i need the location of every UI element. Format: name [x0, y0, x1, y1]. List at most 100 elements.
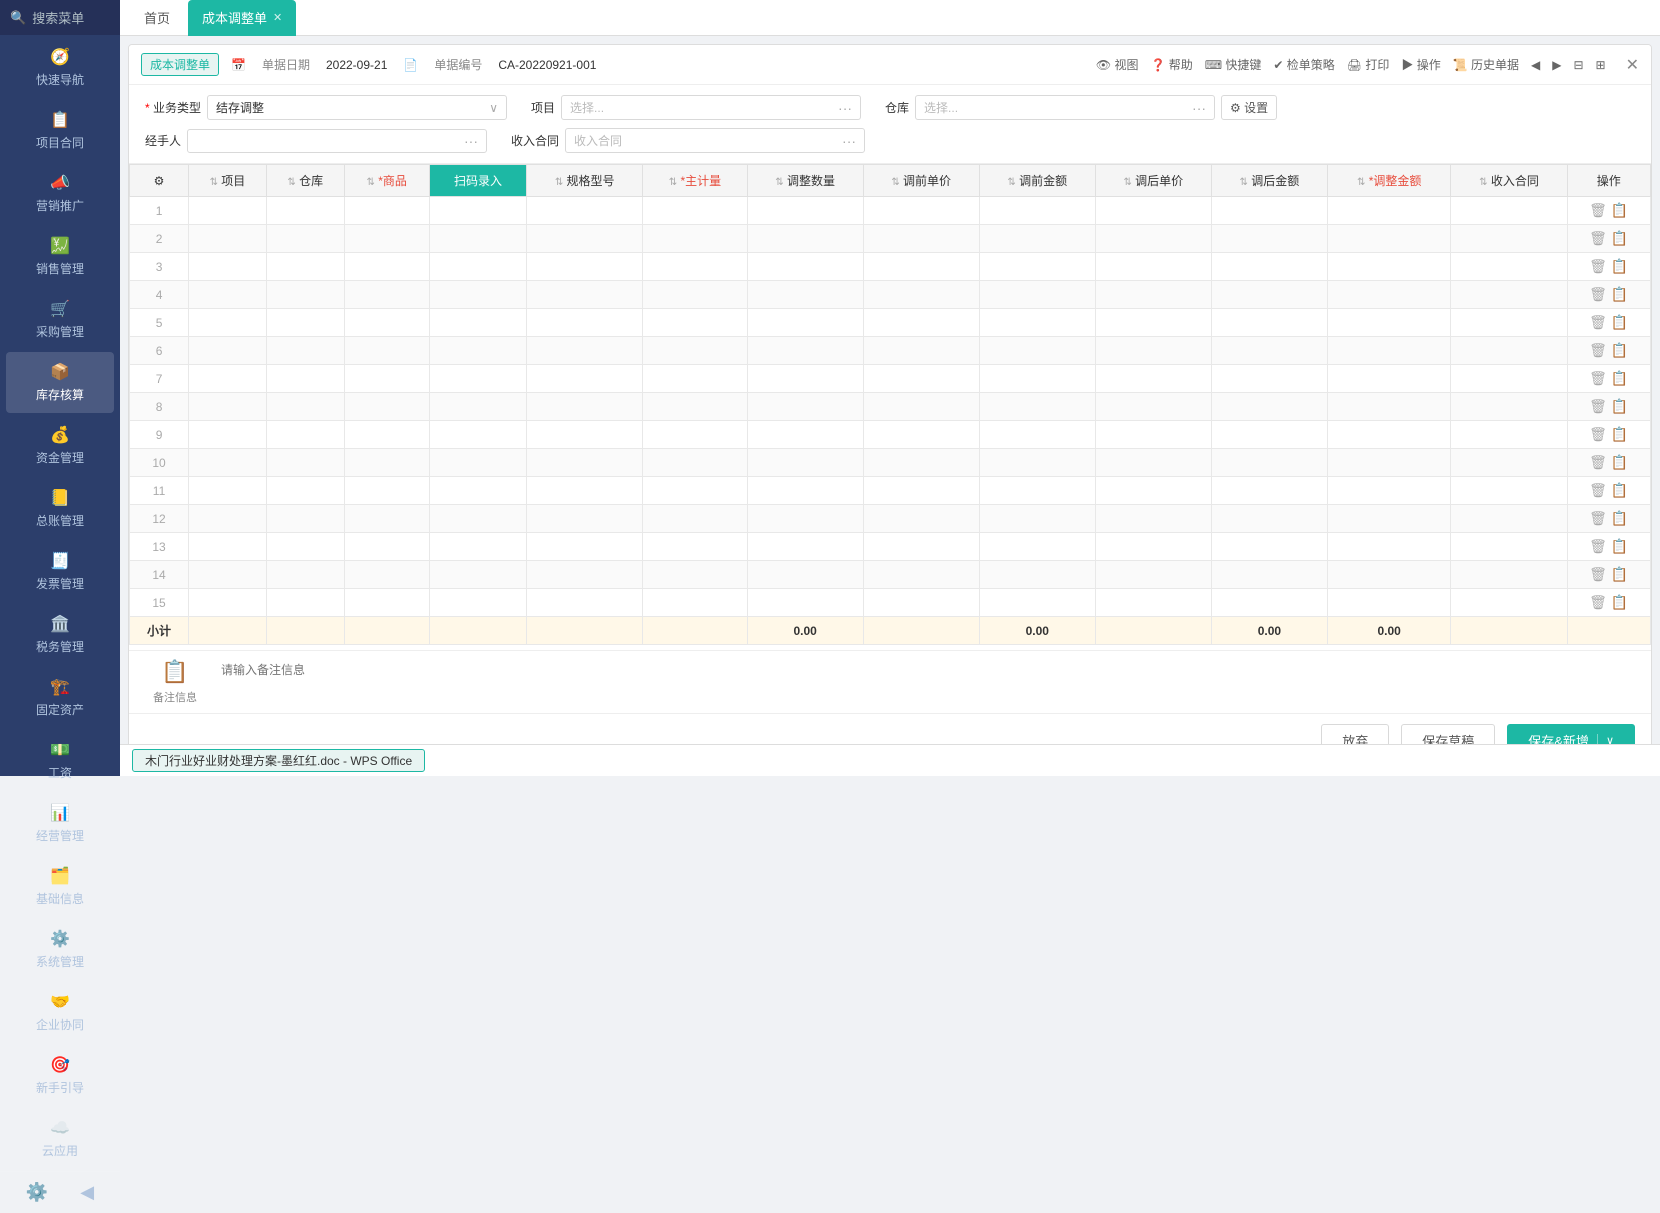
sidebar-item-salary[interactable]: 💵 工资 [6, 730, 114, 791]
action-operate[interactable]: ▶ 操作 [1401, 56, 1440, 73]
cell-prev-unit-price[interactable] [863, 393, 979, 421]
cell-prev-unit-price[interactable] [863, 253, 979, 281]
cell-product[interactable] [344, 253, 429, 281]
cell-income-contract[interactable] [1451, 477, 1567, 505]
cell-income-contract[interactable] [1451, 281, 1567, 309]
cell-prev-amount[interactable] [979, 505, 1095, 533]
cell-adjust-qty[interactable] [747, 253, 863, 281]
cell-after-unit-price[interactable] [1095, 421, 1211, 449]
cell-product[interactable] [344, 365, 429, 393]
cell-after-unit-price[interactable] [1095, 337, 1211, 365]
cell-product[interactable] [344, 421, 429, 449]
cell-prev-unit-price[interactable] [863, 477, 979, 505]
cell-after-unit-price[interactable] [1095, 533, 1211, 561]
taskbar-item[interactable]: 木门行业好业财处理方案-墨红红.doc - WPS Office [132, 749, 425, 772]
cell-income-contract[interactable] [1451, 589, 1567, 617]
col-after-unit-price[interactable]: ⇅ 调后单价 [1095, 165, 1211, 197]
cell-warehouse[interactable] [266, 561, 344, 589]
cell-scan[interactable] [429, 309, 526, 337]
cell-prev-amount[interactable] [979, 589, 1095, 617]
cell-after-unit-price[interactable] [1095, 561, 1211, 589]
cell-product[interactable] [344, 281, 429, 309]
cell-adjust-amount[interactable] [1327, 505, 1451, 533]
cell-unit[interactable] [643, 281, 747, 309]
cell-after-amount[interactable] [1211, 561, 1327, 589]
cell-scan[interactable] [429, 533, 526, 561]
cell-after-unit-price[interactable] [1095, 393, 1211, 421]
cell-adjust-qty[interactable] [747, 533, 863, 561]
copy-icon[interactable]: 📋 [1611, 594, 1628, 611]
col-prev-amount[interactable]: ⇅ 调前金额 [979, 165, 1095, 197]
cell-spec[interactable] [527, 589, 643, 617]
cell-warehouse[interactable] [266, 449, 344, 477]
copy-icon[interactable]: 📋 [1611, 202, 1628, 219]
cell-adjust-amount[interactable] [1327, 337, 1451, 365]
cell-prev-amount[interactable] [979, 477, 1095, 505]
cell-product[interactable] [344, 449, 429, 477]
sidebar-item-tax[interactable]: 🏛️ 税务管理 [6, 604, 114, 665]
nav-next[interactable]: ▶ [1552, 58, 1561, 72]
copy-icon[interactable]: 📋 [1611, 342, 1628, 359]
cell-product[interactable] [344, 561, 429, 589]
cell-income-contract[interactable] [1451, 197, 1567, 225]
cell-after-unit-price[interactable] [1095, 365, 1211, 393]
sidebar-item-inventory[interactable]: 📦 库存核算 [6, 352, 114, 413]
cell-project[interactable] [189, 589, 267, 617]
cell-spec[interactable] [527, 421, 643, 449]
cell-income-contract[interactable] [1451, 253, 1567, 281]
copy-icon[interactable]: 📋 [1611, 398, 1628, 415]
action-print[interactable]: 🖨 打印 [1347, 56, 1390, 73]
cell-prev-unit-price[interactable] [863, 225, 979, 253]
cell-after-amount[interactable] [1211, 393, 1327, 421]
cell-scan[interactable] [429, 393, 526, 421]
cell-project[interactable] [189, 281, 267, 309]
cell-income-contract[interactable] [1451, 309, 1567, 337]
col-scan[interactable]: 扫码录入 [429, 165, 526, 197]
delete-icon[interactable]: 🗑 [1589, 566, 1607, 583]
cell-product[interactable] [344, 225, 429, 253]
cell-warehouse[interactable] [266, 337, 344, 365]
cell-prev-amount[interactable] [979, 393, 1095, 421]
delete-icon[interactable]: 🗑 [1589, 398, 1607, 415]
tab-close-icon[interactable]: ✕ [273, 11, 282, 24]
cell-prev-amount[interactable] [979, 561, 1095, 589]
copy-icon[interactable]: 📋 [1611, 286, 1628, 303]
col-project[interactable]: ⇅ 项目 [189, 165, 267, 197]
delete-icon[interactable]: 🗑 [1589, 286, 1607, 303]
cell-product[interactable] [344, 589, 429, 617]
cell-prev-unit-price[interactable] [863, 309, 979, 337]
cell-after-unit-price[interactable] [1095, 253, 1211, 281]
delete-icon[interactable]: 🗑 [1589, 454, 1607, 471]
cell-adjust-amount[interactable] [1327, 309, 1451, 337]
cell-adjust-qty[interactable] [747, 225, 863, 253]
cell-adjust-qty[interactable] [747, 589, 863, 617]
cell-scan[interactable] [429, 449, 526, 477]
sidebar-item-ledger[interactable]: 📒 总账管理 [6, 478, 114, 539]
cell-adjust-qty[interactable] [747, 281, 863, 309]
cell-unit[interactable] [643, 561, 747, 589]
cell-project[interactable] [189, 477, 267, 505]
delete-icon[interactable]: 🗑 [1589, 510, 1607, 527]
col-warehouse[interactable]: ⇅ 仓库 [266, 165, 344, 197]
cell-income-contract[interactable] [1451, 225, 1567, 253]
col-after-amount[interactable]: ⇅ 调后金额 [1211, 165, 1327, 197]
col-income-contract[interactable]: ⇅ 收入合同 [1451, 165, 1567, 197]
delete-icon[interactable]: 🗑 [1589, 202, 1607, 219]
cell-adjust-qty[interactable] [747, 309, 863, 337]
cell-after-amount[interactable] [1211, 449, 1327, 477]
note-input[interactable] [217, 659, 1635, 681]
business-type-input[interactable]: 结存调整 ∨ [207, 95, 507, 120]
cell-after-unit-price[interactable] [1095, 589, 1211, 617]
delete-icon[interactable]: 🗑 [1589, 482, 1607, 499]
sidebar-item-basic-info[interactable]: 🗂️ 基础信息 [6, 856, 114, 917]
cell-income-contract[interactable] [1451, 421, 1567, 449]
cell-after-unit-price[interactable] [1095, 197, 1211, 225]
cell-income-contract[interactable] [1451, 449, 1567, 477]
copy-icon[interactable]: 📋 [1611, 230, 1628, 247]
cell-unit[interactable] [643, 477, 747, 505]
cell-spec[interactable] [527, 281, 643, 309]
cell-after-unit-price[interactable] [1095, 309, 1211, 337]
action-shortcut[interactable]: ⌨ 快捷键 [1205, 56, 1262, 73]
col-adjust-qty[interactable]: ⇅ 调整数量 [747, 165, 863, 197]
cell-warehouse[interactable] [266, 393, 344, 421]
